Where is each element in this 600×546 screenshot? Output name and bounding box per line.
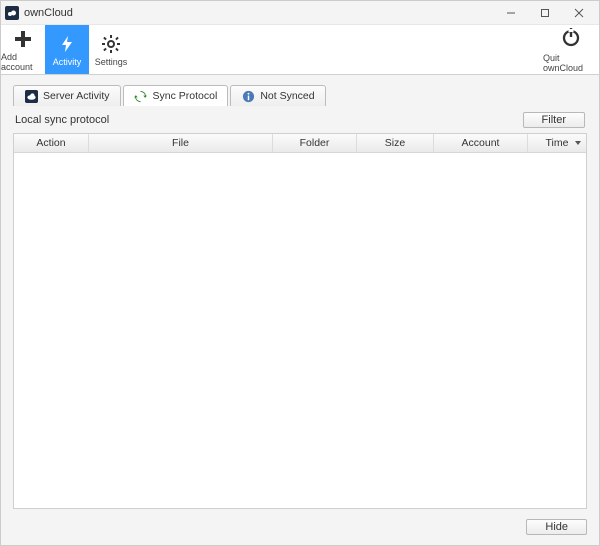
activity-button[interactable]: Activity <box>45 25 89 74</box>
col-folder[interactable]: Folder <box>273 134 357 152</box>
col-time[interactable]: Time <box>528 134 586 152</box>
bottom-bar: Hide <box>1 509 599 545</box>
add-account-label: Add account <box>1 52 45 72</box>
maximize-button[interactable] <box>535 4 555 22</box>
sync-icon <box>134 89 148 103</box>
col-size[interactable]: Size <box>357 134 434 152</box>
quit-button[interactable]: Quit ownCloud <box>543 25 599 74</box>
toolbar-spacer <box>133 25 543 74</box>
lightning-icon <box>57 32 77 56</box>
quit-label: Quit ownCloud <box>543 53 599 73</box>
tab-label: Not Synced <box>260 90 314 102</box>
col-action[interactable]: Action <box>14 134 89 152</box>
cloud-icon <box>24 89 38 103</box>
close-button[interactable] <box>569 4 589 22</box>
col-account[interactable]: Account <box>434 134 528 152</box>
filter-button[interactable]: Filter <box>523 112 585 128</box>
activity-tabs: Server Activity Sync Protocol Not Synced <box>13 85 587 106</box>
settings-button[interactable]: Settings <box>89 25 133 74</box>
power-icon <box>561 27 581 52</box>
content-area: Server Activity Sync Protocol Not Synced… <box>1 75 599 509</box>
tab-label: Sync Protocol <box>153 90 218 102</box>
tab-not-synced[interactable]: Not Synced <box>230 85 325 106</box>
panel-label: Local sync protocol <box>15 114 109 126</box>
panel-header: Local sync protocol Filter <box>13 106 587 133</box>
title-bar: ownCloud <box>1 1 599 25</box>
activity-label: Activity <box>53 57 82 67</box>
minimize-button[interactable] <box>501 4 521 22</box>
tab-label: Server Activity <box>43 90 110 102</box>
plus-icon <box>13 27 33 51</box>
table-header: Action File Folder Size Account Time <box>14 134 586 153</box>
tab-server-activity[interactable]: Server Activity <box>13 85 121 106</box>
main-toolbar: Add account Activity Settings Quit ownCl… <box>1 25 599 75</box>
hide-button[interactable]: Hide <box>526 519 587 535</box>
col-file[interactable]: File <box>89 134 273 152</box>
app-icon <box>5 6 19 20</box>
window-controls <box>501 4 595 22</box>
table-body <box>14 153 586 508</box>
window-title: ownCloud <box>24 7 501 19</box>
tab-sync-protocol[interactable]: Sync Protocol <box>123 85 229 106</box>
info-icon <box>241 89 255 103</box>
gear-icon <box>101 32 121 56</box>
add-account-button[interactable]: Add account <box>1 25 45 74</box>
sync-table: Action File Folder Size Account Time <box>13 133 587 509</box>
settings-label: Settings <box>95 57 128 67</box>
